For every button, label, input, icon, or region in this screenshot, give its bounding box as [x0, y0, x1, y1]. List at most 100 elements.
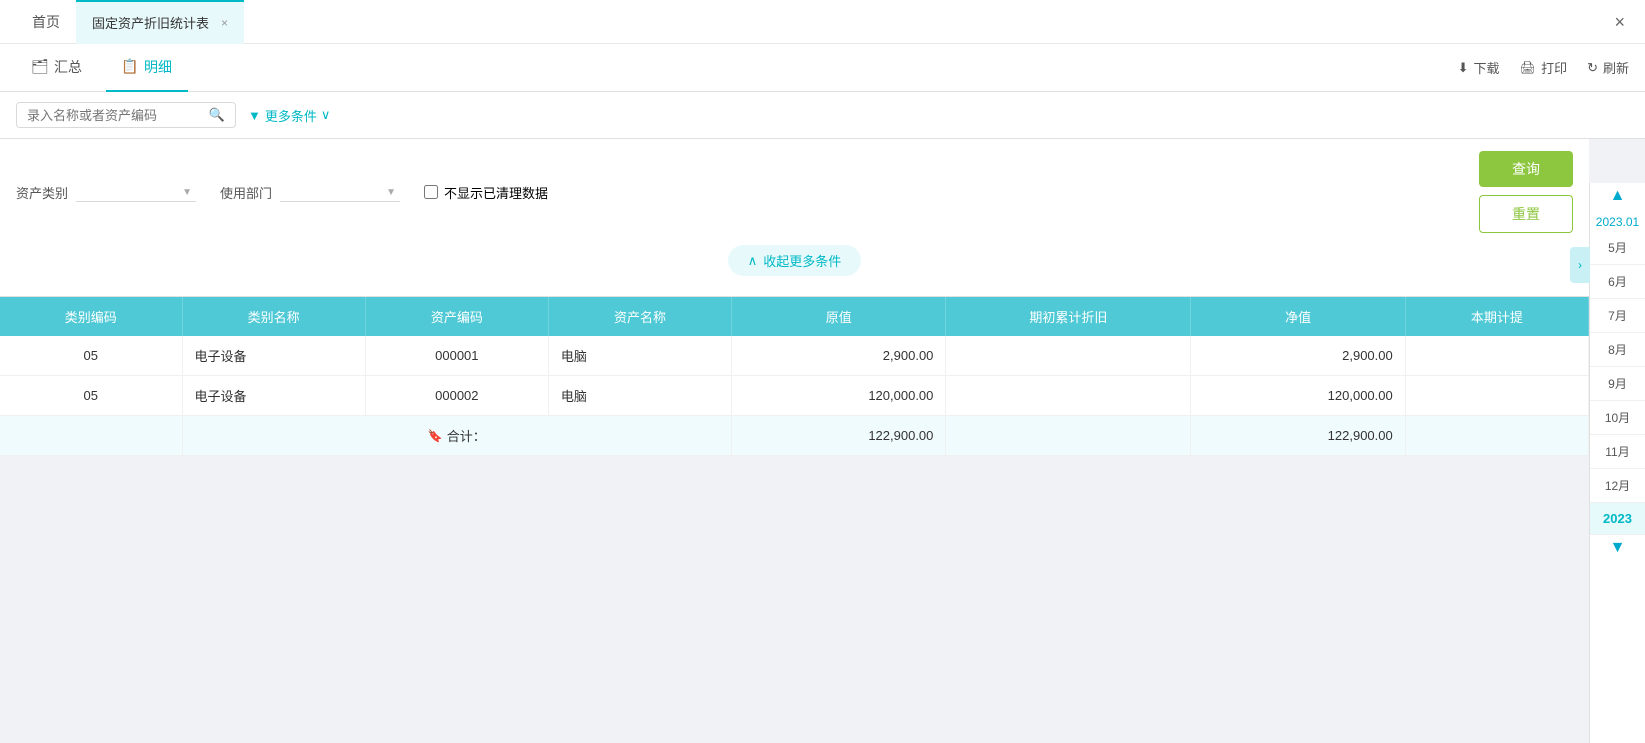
month-9[interactable]: 9月	[1590, 367, 1645, 401]
col-header-accumulated-depreciation: 期初累计折旧	[946, 297, 1191, 336]
cell-net-value-1: 2,900.00	[1191, 336, 1405, 376]
total-icon-symbol: 🔖	[428, 429, 443, 443]
total-label: 合计：	[447, 426, 486, 445]
month-6[interactable]: 6月	[1590, 265, 1645, 299]
department-select[interactable]	[280, 182, 400, 202]
cell-accumulated-depreciation-1	[946, 336, 1191, 376]
refresh-label: 刷新	[1603, 58, 1629, 77]
nav-home[interactable]: 首页	[16, 0, 76, 44]
col-header-asset-code: 资产编码	[365, 297, 548, 336]
nav-up-button[interactable]: ▲	[1606, 183, 1630, 209]
table-total-row: 🔖 合计： 122,900.00 122,900.00	[0, 416, 1589, 456]
cell-net-value-2: 120,000.00	[1191, 376, 1405, 416]
tab-summary-label: 汇总	[54, 57, 82, 77]
download-icon: ⬇	[1458, 60, 1469, 76]
window-close-icon[interactable]: ×	[1614, 12, 1625, 33]
total-label-cell: 🔖 合计：	[182, 416, 732, 456]
download-button[interactable]: ⬇ 下载	[1458, 58, 1500, 77]
cell-category-name-1: 电子设备	[182, 336, 365, 376]
data-table: 类别编码 类别名称 资产编码 资产名称 原值 期初累计折旧 净值 本期计提 05…	[0, 297, 1589, 456]
right-panel: › ▲ 2023.01 5月 6月 7月 8月 9月 10月 11月 12月 2…	[1589, 183, 1645, 743]
collapse-button[interactable]: ∧ 收起更多条件	[728, 245, 862, 276]
col-header-original-value: 原值	[732, 297, 946, 336]
total-current-depreciation	[1405, 416, 1588, 456]
print-button[interactable]: 🖨 打印	[1520, 58, 1568, 77]
expand-button[interactable]: ›	[1570, 247, 1590, 283]
collapse-label: 收起更多条件	[763, 251, 841, 270]
top-nav: 首页 固定资产折旧统计表 × ×	[0, 0, 1645, 44]
tab-bar: 🗂 汇总 📋 明细 ⬇ 下载 🖨 打印 ↻ 刷新	[0, 44, 1645, 92]
reset-button[interactable]: 重置	[1479, 195, 1573, 233]
hide-cleared-label: 不显示已清理数据	[444, 183, 548, 202]
col-header-current-depreciation: 本期计提	[1405, 297, 1588, 336]
tab-bar-left: 🗂 汇总 📋 明细	[16, 44, 188, 92]
cell-asset-code-1: 000001	[365, 336, 548, 376]
cell-category-name-2: 电子设备	[182, 376, 365, 416]
col-header-category-code: 类别编码	[0, 297, 182, 336]
department-label: 使用部门	[220, 183, 272, 202]
cell-category-code-1: 05	[0, 336, 182, 376]
refresh-icon: ↻	[1587, 60, 1598, 76]
month-12[interactable]: 12月	[1590, 469, 1645, 503]
list-icon: 📋	[122, 59, 138, 75]
cell-asset-name-2: 电脑	[548, 376, 731, 416]
month-7[interactable]: 7月	[1590, 299, 1645, 333]
table-row: 05 电子设备 000002 电脑 120,000.00 120,000.00	[0, 376, 1589, 416]
cell-original-value-1: 2,900.00	[732, 336, 946, 376]
table-row: 05 电子设备 000001 电脑 2,900.00 2,900.00	[0, 336, 1589, 376]
total-original-value: 122,900.00	[732, 416, 946, 456]
tab-close-icon[interactable]: ×	[221, 16, 228, 30]
tab-summary[interactable]: 🗂 汇总	[16, 44, 98, 92]
total-net-value: 122,900.00	[1191, 416, 1405, 456]
collapse-wrap: ∧ 收起更多条件	[16, 245, 1573, 296]
col-header-asset-name: 资产名称	[548, 297, 731, 336]
date-header: 2023.01	[1596, 209, 1639, 231]
tab-bar-right: ⬇ 下载 🖨 打印 ↻ 刷新	[1458, 58, 1629, 77]
total-empty-1	[0, 416, 182, 456]
layers-icon: 🗂	[32, 59, 48, 75]
collapse-icon: ∧	[748, 253, 758, 269]
nav-down-button[interactable]: ▼	[1606, 535, 1630, 561]
cell-accumulated-depreciation-2	[946, 376, 1191, 416]
search-icon: 🔍	[209, 107, 225, 123]
year-label[interactable]: 2023	[1590, 503, 1645, 535]
filter-row: 资产类别 ▼ 使用部门 ▼	[16, 151, 1573, 245]
tab-detail-label: 明细	[144, 57, 172, 77]
hide-cleared-checkbox-wrap[interactable]: 不显示已清理数据	[424, 183, 548, 202]
table-header-row: 类别编码 类别名称 资产编码 资产名称 原值 期初累计折旧 净值 本期计提	[0, 297, 1589, 336]
cell-asset-code-2: 000002	[365, 376, 548, 416]
month-8[interactable]: 8月	[1590, 333, 1645, 367]
total-accumulated	[946, 416, 1191, 456]
search-bar: 🔍 ▼ 更多条件 ∨	[0, 92, 1645, 139]
month-5[interactable]: 5月	[1590, 231, 1645, 265]
month-10[interactable]: 10月	[1590, 401, 1645, 435]
cell-current-depreciation-1	[1405, 336, 1588, 376]
filter-asset-category: 资产类别 ▼	[16, 182, 196, 202]
refresh-button[interactable]: ↻ 刷新	[1587, 58, 1629, 77]
total-label-wrap: 🔖 合计：	[428, 426, 486, 445]
cell-current-depreciation-2	[1405, 376, 1588, 416]
col-header-net-value: 净值	[1191, 297, 1405, 336]
asset-category-select-wrap[interactable]: ▼	[76, 182, 196, 202]
hide-cleared-checkbox[interactable]	[424, 185, 438, 199]
cell-asset-name-1: 电脑	[548, 336, 731, 376]
active-tab[interactable]: 固定资产折旧统计表 ×	[76, 0, 244, 44]
print-label: 打印	[1541, 58, 1567, 77]
search-input[interactable]	[27, 108, 201, 123]
asset-category-label: 资产类别	[16, 183, 68, 202]
search-input-wrap[interactable]: 🔍	[16, 102, 236, 128]
asset-category-select[interactable]	[76, 182, 196, 202]
cell-original-value-2: 120,000.00	[732, 376, 946, 416]
more-conditions-button[interactable]: ▼ 更多条件 ∨	[248, 106, 330, 125]
cell-category-code-2: 05	[0, 376, 182, 416]
tab-detail[interactable]: 📋 明细	[106, 44, 188, 92]
tab-label: 固定资产折旧统计表	[92, 13, 209, 32]
table-wrap: 类别编码 类别名称 资产编码 资产名称 原值 期初累计折旧 净值 本期计提 05…	[0, 297, 1589, 456]
print-icon: 🖨	[1520, 60, 1537, 76]
department-select-wrap[interactable]: ▼	[280, 182, 400, 202]
query-button[interactable]: 查询	[1479, 151, 1573, 187]
month-11[interactable]: 11月	[1590, 435, 1645, 469]
download-label: 下载	[1474, 58, 1500, 77]
filter-icon: ▼	[248, 108, 261, 123]
filter-department: 使用部门 ▼	[220, 182, 400, 202]
